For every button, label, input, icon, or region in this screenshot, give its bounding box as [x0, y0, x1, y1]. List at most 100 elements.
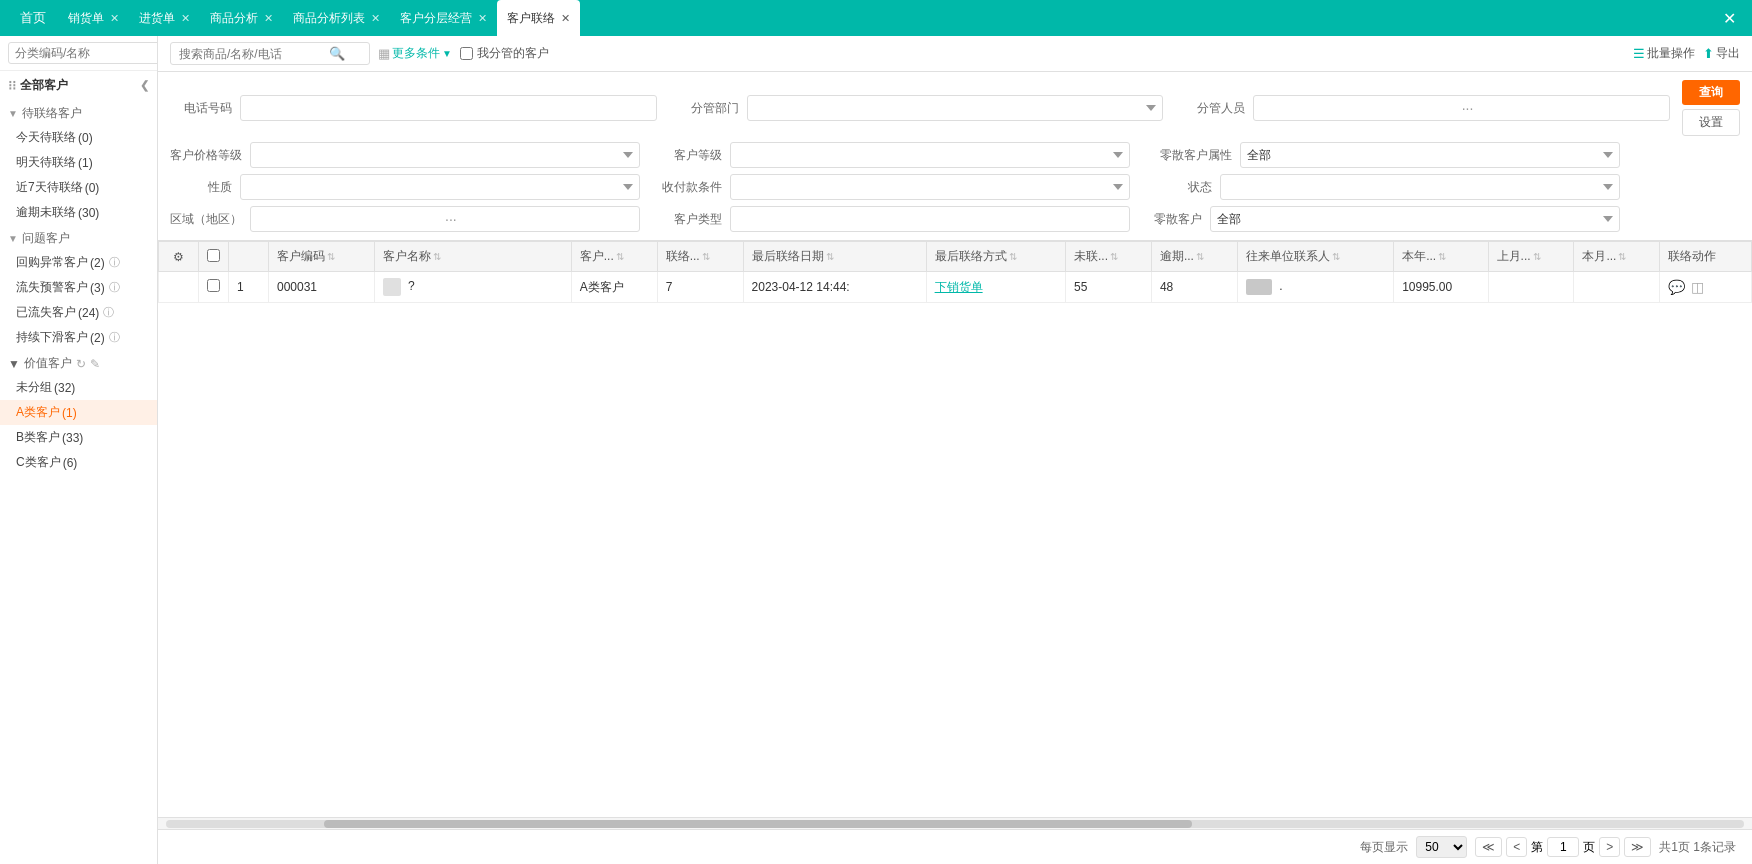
prev-page-btn[interactable]: <	[1506, 837, 1527, 857]
col-header-no-contact[interactable]: 未联... ⇅	[1066, 242, 1152, 272]
my-customers-checkbox[interactable]	[460, 47, 473, 60]
main-layout: 🔍 ⁝⁝ 全部客户 ❮ ▼ 待联络客户 今天待联络 (0) 明天待联络 (1) …	[0, 36, 1752, 864]
close-analysis-tab-icon[interactable]: ✕	[264, 12, 273, 25]
manager-input[interactable]: ···	[1253, 95, 1670, 121]
dots-icon-1[interactable]: ···	[1462, 100, 1663, 116]
filter-search-icon[interactable]: 🔍	[329, 46, 345, 61]
col-header-last-date[interactable]: 最后联络日期 ⇅	[743, 242, 926, 272]
select-all-checkbox[interactable]	[207, 249, 220, 262]
col-header-this-year[interactable]: 本年... ⇅	[1394, 242, 1488, 272]
cell-last-month	[1488, 272, 1574, 303]
sidebar-item-repurchase-abnormal[interactable]: 回购异常客户 (2) ⓘ	[0, 250, 157, 275]
qr-icon[interactable]: ◫	[1691, 279, 1704, 295]
sidebar-item-declining[interactable]: 持续下滑客户 (2) ⓘ	[0, 325, 157, 350]
col-header-checkbox[interactable]	[199, 242, 229, 272]
col-header-level[interactable]: 客户... ⇅	[571, 242, 657, 272]
all-customers-header[interactable]: ⁝⁝ 全部客户 ❮	[0, 71, 157, 100]
cell-last-method[interactable]: 下销货单	[926, 272, 1065, 303]
sparse-customer-select[interactable]: 全部	[1210, 206, 1620, 232]
sidebar-item-churned[interactable]: 已流失客户 (24) ⓘ	[0, 300, 157, 325]
status-select[interactable]	[1220, 174, 1620, 200]
filter-cell-manager: 分管人员 ···	[1183, 95, 1670, 121]
col-header-overdue[interactable]: 逾期... ⇅	[1151, 242, 1237, 272]
filter-search-input[interactable]	[179, 47, 329, 61]
sidebar-item-b-class[interactable]: B类客户 (33)	[0, 425, 157, 450]
phone-input[interactable]	[240, 95, 657, 121]
sidebar-item-overdue-contact[interactable]: 逾期未联络 (30)	[0, 200, 157, 225]
sort-icon-contact-count: ⇅	[702, 251, 710, 262]
window-close-icon[interactable]: ✕	[1715, 9, 1744, 28]
sidebar-item-tomorrow-contact[interactable]: 明天待联络 (1)	[0, 150, 157, 175]
col-header-contacts[interactable]: 往来单位联系人 ⇅	[1237, 242, 1393, 272]
sparse-customer-label: 零散客户	[1150, 211, 1210, 228]
page-input[interactable]	[1547, 837, 1579, 857]
filter-cell-nature: 性质	[170, 174, 640, 200]
more-conditions-btn[interactable]: ▦ 更多条件 ▼	[378, 45, 452, 62]
close-purchase-tab-icon[interactable]: ✕	[181, 12, 190, 25]
settings-column-header[interactable]: ⚙	[159, 242, 199, 272]
sidebar-collapse-icon[interactable]: ❮	[140, 79, 149, 92]
sparse-attr-select[interactable]: 全部	[1240, 142, 1620, 168]
my-customers-label: 我分管的客户	[477, 45, 549, 62]
cell-checkbox[interactable]	[199, 272, 229, 303]
col-header-this-month[interactable]: 本月... ⇅	[1574, 242, 1660, 272]
payment-select[interactable]	[730, 174, 1130, 200]
last-page-btn[interactable]: ≫	[1624, 837, 1651, 857]
nav-tab-customer-contact[interactable]: 客户联络 ✕	[497, 0, 580, 36]
refresh-icon[interactable]: ↻	[76, 357, 86, 371]
page-size-select[interactable]: 50 20 100	[1416, 836, 1467, 858]
sidebar-item-today-contact[interactable]: 今天待联络 (0)	[0, 125, 157, 150]
first-page-btn[interactable]: ≪	[1475, 837, 1502, 857]
sort-icon-this-year: ⇅	[1438, 251, 1446, 262]
query-button[interactable]: 查询	[1682, 80, 1740, 105]
close-sales-tab-icon[interactable]: ✕	[110, 12, 119, 25]
horizontal-scrollbar[interactable]	[158, 817, 1752, 829]
settings-button[interactable]: 设置	[1682, 109, 1740, 136]
dots-icon-2[interactable]: ···	[445, 211, 633, 227]
next-page-btn[interactable]: >	[1599, 837, 1620, 857]
sidebar-item-7days-contact[interactable]: 近7天待联络 (0)	[0, 175, 157, 200]
close-customer-segment-tab-icon[interactable]: ✕	[478, 12, 487, 25]
export-btn[interactable]: ⬆ 导出	[1703, 45, 1740, 62]
nav-tab-customer-segment[interactable]: 客户分层经营 ✕	[390, 0, 497, 36]
value-customer-group: ▼ 价值客户 ↻ ✎	[0, 350, 157, 375]
nav-tab-sales[interactable]: 销货单 ✕	[58, 0, 129, 36]
last-contact-method-link[interactable]: 下销货单	[935, 280, 983, 294]
scroll-track[interactable]	[166, 820, 1744, 828]
nav-tab-analysis[interactable]: 商品分析 ✕	[200, 0, 283, 36]
cell-no-contact: 55	[1066, 272, 1152, 303]
row-checkbox[interactable]	[207, 279, 220, 292]
nature-select[interactable]	[240, 174, 640, 200]
region-input[interactable]: ···	[250, 206, 640, 232]
top-nav: 首页 销货单 ✕ 进货单 ✕ 商品分析 ✕ 商品分析列表 ✕ 客户分层经营 ✕ …	[0, 0, 1752, 36]
content-area: 🔍 ▦ 更多条件 ▼ 我分管的客户 ☰ 批量操作 ⬆ 导出	[158, 36, 1752, 864]
chevron-down-icon: ▼	[442, 48, 452, 59]
close-analysis-list-tab-icon[interactable]: ✕	[371, 12, 380, 25]
sidebar-item-unclassified[interactable]: 未分组 (32)	[0, 375, 157, 400]
col-header-code[interactable]: 客户编码 ⇅	[269, 242, 375, 272]
settings-icon[interactable]: ⚙	[173, 250, 184, 264]
triangle-icon: ▼	[8, 108, 18, 119]
scroll-thumb[interactable]	[324, 820, 1192, 828]
customer-type-input[interactable]	[730, 206, 1130, 232]
chat-icon[interactable]: 💬	[1668, 279, 1685, 295]
sort-icon-name: ⇅	[433, 251, 441, 262]
col-header-last-month[interactable]: 上月... ⇅	[1488, 242, 1574, 272]
col-header-contact-count[interactable]: 联络... ⇅	[657, 242, 743, 272]
nav-home[interactable]: 首页	[8, 9, 58, 27]
close-customer-contact-tab-icon[interactable]: ✕	[561, 12, 570, 25]
sidebar-item-a-class[interactable]: A类客户 (1)	[0, 400, 157, 425]
nav-tab-purchase[interactable]: 进货单 ✕	[129, 0, 200, 36]
price-level-select[interactable]	[250, 142, 640, 168]
table-row: 1 000031 ? A类客户 7 2023-04-12 14:44: 下销货单…	[159, 272, 1752, 303]
col-header-name[interactable]: 客户名称 ⇅	[374, 242, 571, 272]
dept-select[interactable]	[747, 95, 1164, 121]
col-header-last-method[interactable]: 最后联络方式 ⇅	[926, 242, 1065, 272]
sidebar-item-churn-warning[interactable]: 流失预警客户 (3) ⓘ	[0, 275, 157, 300]
sidebar-item-c-class[interactable]: C类客户 (6)	[0, 450, 157, 475]
customer-level-select[interactable]	[730, 142, 1130, 168]
sidebar-search-input[interactable]	[8, 42, 158, 64]
edit-icon[interactable]: ✎	[90, 357, 100, 371]
batch-operation-btn[interactable]: ☰ 批量操作	[1633, 45, 1695, 62]
nav-tab-analysis-list[interactable]: 商品分析列表 ✕	[283, 0, 390, 36]
